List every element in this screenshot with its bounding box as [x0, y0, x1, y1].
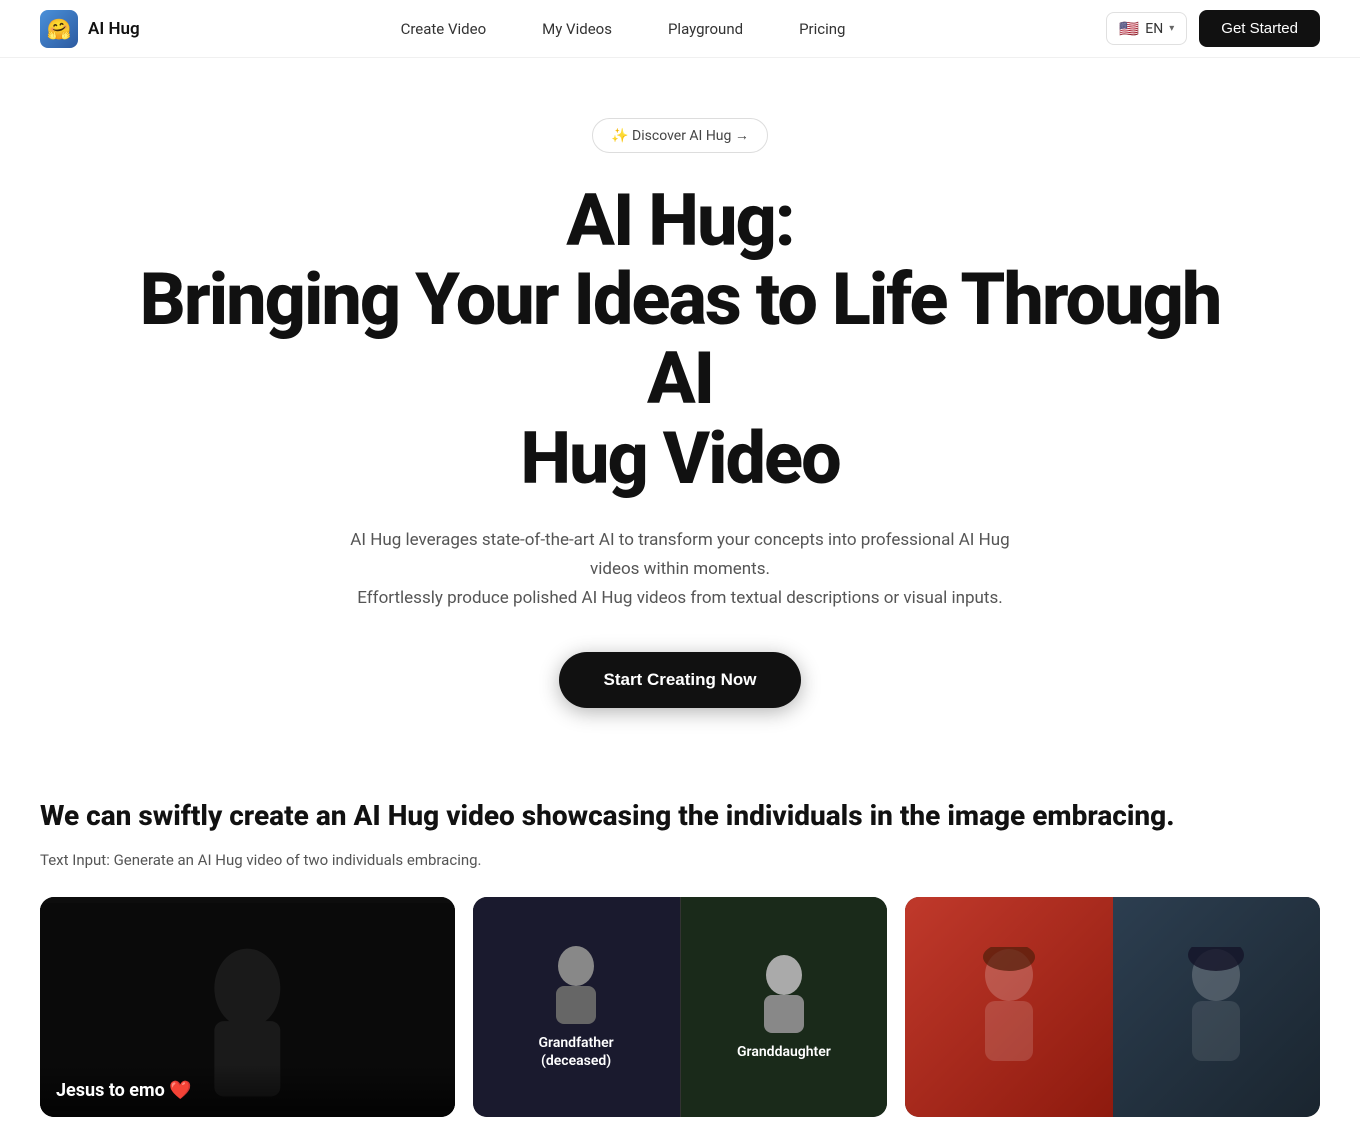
- feature-subtext: Text Input: Generate an AI Hug video of …: [40, 851, 1320, 869]
- person-left-svg: [969, 947, 1049, 1067]
- hero-subtitle: AI Hug leverages state-of-the-art AI to …: [340, 526, 1020, 613]
- get-started-button[interactable]: Get Started: [1199, 10, 1320, 47]
- cta-button[interactable]: Start Creating Now: [559, 652, 800, 708]
- chevron-down-icon: ▾: [1169, 23, 1174, 34]
- card1-label: Jesus to emo ❤️: [56, 1080, 192, 1101]
- nav-create-video[interactable]: Create Video: [373, 0, 515, 58]
- hero-title-line1: AI Hug:: [566, 178, 794, 263]
- person-silhouette-left: [905, 897, 1112, 1117]
- person-right-svg: [1176, 947, 1256, 1067]
- navbar: 🤗 AI Hug Create Video My Videos Playgrou…: [0, 0, 1360, 58]
- video-card-1[interactable]: Jesus to emo ❤️: [40, 897, 455, 1117]
- card2-left-panel: Grandfather (deceased): [473, 897, 681, 1117]
- card1-content: Jesus to emo ❤️: [40, 897, 455, 1117]
- hero-title-line3: Hug Video: [520, 416, 839, 501]
- granddaughter-silhouette: [749, 953, 819, 1033]
- card2-left-label: Grandfather (deceased): [539, 1034, 614, 1070]
- feature-section: We can swiftly create an AI Hug video sh…: [0, 748, 1360, 1146]
- card2-right-panel: Granddaughter: [681, 897, 888, 1117]
- logo-icon: 🤗: [40, 10, 78, 48]
- language-selector[interactable]: 🇺🇸 EN ▾: [1106, 12, 1187, 45]
- card3-content: [905, 897, 1320, 1117]
- person-silhouette-right: [1113, 897, 1320, 1117]
- card2-right-label: Granddaughter: [737, 1043, 831, 1061]
- navbar-right: 🇺🇸 EN ▾ Get Started: [1106, 10, 1320, 47]
- video-card-2[interactable]: Grandfather (deceased) Granddaughter: [473, 897, 888, 1117]
- video-card-3[interactable]: [905, 897, 1320, 1117]
- feature-headline: We can swiftly create an AI Hug video sh…: [40, 798, 1320, 834]
- logo[interactable]: 🤗 AI Hug: [40, 10, 140, 48]
- grandfather-silhouette: [541, 944, 611, 1024]
- brand-name: AI Hug: [88, 19, 140, 39]
- discover-badge[interactable]: ✨ Discover AI Hug →: [592, 118, 768, 153]
- lang-label: EN: [1145, 21, 1163, 37]
- nav-playground[interactable]: Playground: [640, 0, 771, 58]
- nav-links: Create Video My Videos Playground Pricin…: [373, 0, 874, 58]
- flag-icon: 🇺🇸: [1119, 19, 1139, 38]
- hero-title-line2: Bringing Your Ideas to Life Through AI: [140, 257, 1221, 421]
- hero-section: ✨ Discover AI Hug → AI Hug: Bringing You…: [0, 58, 1360, 748]
- nav-my-videos[interactable]: My Videos: [514, 0, 640, 58]
- hero-subtitle-line1: AI Hug leverages state-of-the-art AI to …: [350, 530, 1009, 579]
- video-cards-grid: Jesus to emo ❤️ Grandfather (deceased): [40, 897, 1320, 1117]
- nav-pricing[interactable]: Pricing: [771, 0, 873, 58]
- hero-subtitle-line2: Effortlessly produce polished AI Hug vid…: [357, 588, 1003, 608]
- card3-left-panel: [905, 897, 1112, 1117]
- hero-title: AI Hug: Bringing Your Ideas to Life Thro…: [130, 181, 1230, 498]
- card1-overlay: Jesus to emo ❤️: [40, 1064, 455, 1117]
- card3-right-panel: [1113, 897, 1320, 1117]
- card2-content: Grandfather (deceased) Granddaughter: [473, 897, 888, 1117]
